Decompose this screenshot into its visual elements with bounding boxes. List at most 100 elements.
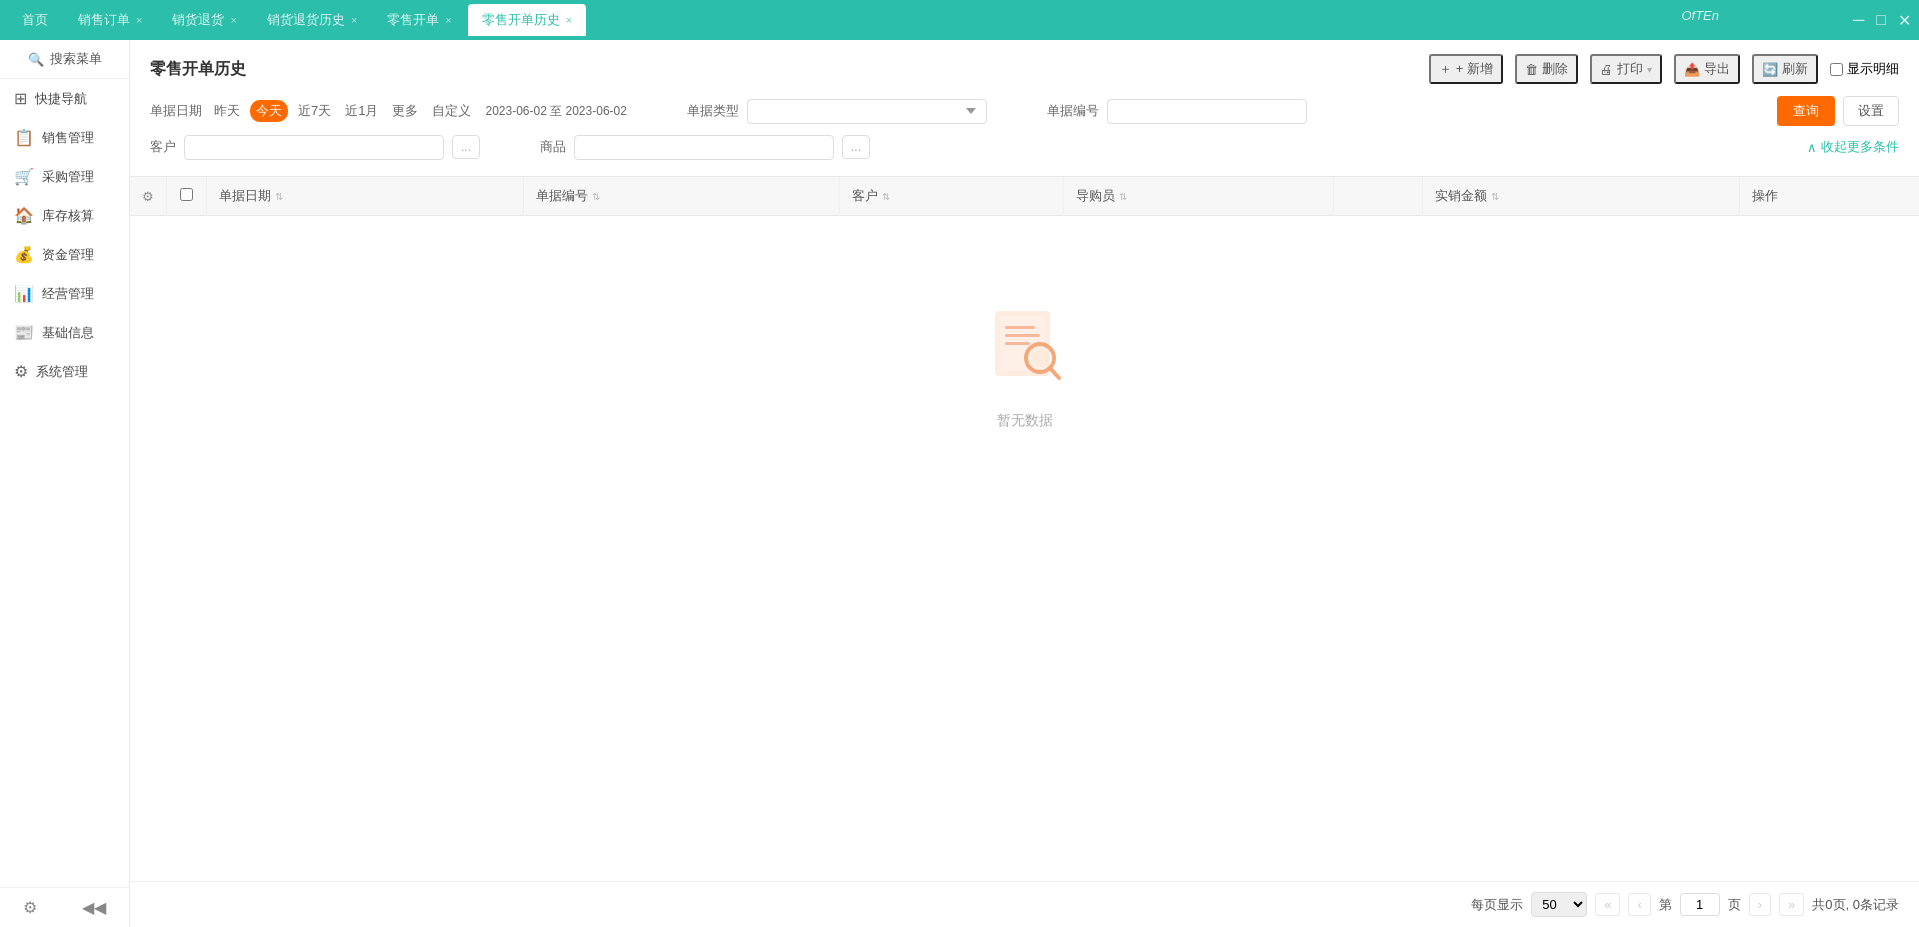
- display-detail-toggle[interactable]: 显示明细: [1830, 60, 1899, 78]
- collapse-area: ∧ 收起更多条件: [1807, 134, 1899, 160]
- th-customer-sortable[interactable]: 客户 ⇅: [852, 187, 1051, 205]
- first-page-btn[interactable]: «: [1595, 893, 1620, 916]
- svg-rect-3: [1005, 334, 1040, 337]
- tab-close-sales-return-history[interactable]: ×: [351, 15, 357, 26]
- add-label: + 新增: [1456, 60, 1493, 78]
- date-btn-today[interactable]: 今天: [250, 100, 288, 122]
- sidebar-item-purchase-mgmt[interactable]: 🛒采购管理: [0, 157, 129, 196]
- query-btn[interactable]: 查询: [1777, 96, 1835, 126]
- date-filter: 单据日期 昨天 今天 近7天 近1月 更多 自定义 2023-06-02 至 2…: [150, 100, 627, 122]
- date-btn-yesterday[interactable]: 昨天: [210, 100, 244, 122]
- sidebar-item-quick-nav[interactable]: ⊞快捷导航: [0, 79, 129, 118]
- customer-filter-input[interactable]: [184, 135, 444, 160]
- maximize-btn[interactable]: □: [1876, 11, 1886, 29]
- date-range-display: 2023-06-02 至 2023-06-02: [485, 103, 626, 120]
- tab-sales-return-history[interactable]: 销货退货历史 ×: [253, 4, 371, 36]
- sidebar-label-inventory: 库存核算: [42, 207, 94, 225]
- sidebar: 🔍 搜索菜单 ⊞快捷导航📋销售管理🛒采购管理🏠库存核算💰资金管理📊经营管理📰基础…: [0, 40, 130, 927]
- tab-label-home: 首页: [22, 11, 48, 29]
- prev-page-btn[interactable]: ‹: [1628, 893, 1650, 916]
- export-btn[interactable]: 📤 导出: [1674, 54, 1740, 84]
- th-date: 单据日期 ⇅: [207, 177, 524, 216]
- sidebar-item-finance[interactable]: 💰资金管理: [0, 235, 129, 274]
- th-guide-sortable[interactable]: 导购员 ⇅: [1076, 187, 1321, 205]
- current-page-input[interactable]: [1680, 893, 1720, 916]
- number-filter-input[interactable]: [1107, 99, 1307, 124]
- refresh-btn[interactable]: 🔄 刷新: [1752, 54, 1818, 84]
- tabs-container: 首页销售订单×销货退货×销货退货历史×零售开单×零售开单历史×: [8, 4, 586, 36]
- display-detail-label: 显示明细: [1847, 60, 1899, 78]
- product-filter: 商品 ...: [540, 135, 870, 160]
- filter-area: 单据日期 昨天 今天 近7天 近1月 更多 自定义 2023-06-02 至 2…: [150, 96, 1899, 176]
- th-amount-sortable[interactable]: 实销金额 ⇅: [1435, 187, 1727, 205]
- total-label: 共0页, 0条记录: [1812, 896, 1899, 914]
- sidebar-bottom: ⚙ ◀◀: [0, 887, 129, 927]
- sidebar-item-sales-mgmt[interactable]: 📋销售管理: [0, 118, 129, 157]
- sidebar-search[interactable]: 🔍 搜索菜单: [0, 40, 129, 79]
- sidebar-item-inventory[interactable]: 🏠库存核算: [0, 196, 129, 235]
- tab-close-retail-open-history[interactable]: ×: [566, 15, 572, 26]
- product-filter-ellipsis[interactable]: ...: [842, 135, 870, 159]
- th-number: 单据编号 ⇅: [523, 177, 840, 216]
- delete-icon: 🗑: [1525, 62, 1538, 77]
- sidebar-label-sales-mgmt: 销售管理: [42, 129, 94, 147]
- product-filter-input[interactable]: [574, 135, 834, 160]
- tab-retail-open[interactable]: 零售开单×: [373, 4, 465, 36]
- select-all-checkbox[interactable]: [180, 188, 193, 201]
- tab-sales-order[interactable]: 销售订单×: [64, 4, 156, 36]
- last-page-btn[interactable]: »: [1779, 893, 1804, 916]
- sort-guide-icon: ⇅: [1119, 191, 1127, 202]
- settings-btn[interactable]: 设置: [1843, 96, 1899, 126]
- filter-row-1: 单据日期 昨天 今天 近7天 近1月 更多 自定义 2023-06-02 至 2…: [150, 96, 1899, 126]
- customer-filter-ellipsis[interactable]: ...: [452, 135, 480, 159]
- type-filter-select[interactable]: [747, 99, 987, 124]
- date-btn-1month[interactable]: 近1月: [341, 100, 382, 122]
- tab-close-retail-open[interactable]: ×: [445, 15, 451, 26]
- page-size-select[interactable]: 10 20 50 100: [1531, 892, 1587, 917]
- tab-label-sales-return-history: 销货退货历史: [267, 11, 345, 29]
- tab-sales-return[interactable]: 销货退货 ×: [158, 4, 250, 36]
- tab-label-retail-open-history: 零售开单历史: [482, 11, 560, 29]
- delete-btn[interactable]: 🗑 删除: [1515, 54, 1578, 84]
- type-filter: 单据类型: [687, 99, 987, 124]
- collapse-btn[interactable]: ∧ 收起更多条件: [1807, 134, 1899, 160]
- print-btn[interactable]: 🖨 打印 ▾: [1590, 54, 1662, 84]
- action-buttons: 查询 设置: [1777, 96, 1899, 126]
- next-page-btn[interactable]: ›: [1749, 893, 1771, 916]
- sidebar-item-system[interactable]: ⚙系统管理: [0, 352, 129, 391]
- tab-home[interactable]: 首页: [8, 4, 62, 36]
- th-number-sortable[interactable]: 单据编号 ⇅: [536, 187, 828, 205]
- sidebar-item-operation[interactable]: 📊经营管理: [0, 274, 129, 313]
- th-guide-label: 导购员: [1076, 187, 1115, 205]
- tab-retail-open-history[interactable]: 零售开单历史 ×: [468, 4, 586, 36]
- page-label-post: 页: [1728, 896, 1741, 914]
- collapse-icon[interactable]: ◀◀: [82, 898, 106, 917]
- minimize-btn[interactable]: ─: [1853, 11, 1864, 29]
- th-checkbox: [167, 177, 207, 216]
- settings-icon[interactable]: ⚙: [23, 898, 37, 917]
- brand-text: OfTEn: [1681, 8, 1719, 23]
- sidebar-icon-basic-info: 📰: [14, 323, 34, 342]
- type-filter-label: 单据类型: [687, 102, 739, 120]
- close-btn[interactable]: ✕: [1898, 11, 1911, 30]
- export-label: 导出: [1704, 60, 1730, 78]
- svg-rect-2: [1005, 326, 1035, 329]
- th-date-sortable[interactable]: 单据日期 ⇅: [219, 187, 511, 205]
- display-detail-checkbox[interactable]: [1830, 63, 1843, 76]
- data-table: ⚙ 单据日期 ⇅ 单据编号: [130, 177, 1919, 510]
- sidebar-item-basic-info[interactable]: 📰基础信息: [0, 313, 129, 352]
- sort-number-icon: ⇅: [592, 191, 600, 202]
- date-btn-custom[interactable]: 自定义: [428, 100, 475, 122]
- add-btn[interactable]: ＋ + 新增: [1429, 54, 1503, 84]
- window-controls: ─ □ ✕: [1853, 11, 1911, 30]
- customer-filter-label: 客户: [150, 138, 176, 156]
- date-btn-more[interactable]: 更多: [388, 100, 422, 122]
- tab-label-sales-return: 销货退货: [172, 11, 224, 29]
- tab-close-sales-order[interactable]: ×: [136, 15, 142, 26]
- tab-close-sales-return[interactable]: ×: [230, 15, 236, 26]
- sidebar-label-purchase-mgmt: 采购管理: [42, 168, 94, 186]
- th-customer: 客户 ⇅: [840, 177, 1064, 216]
- gear-icon[interactable]: ⚙: [142, 189, 154, 204]
- date-btn-7days[interactable]: 近7天: [294, 100, 335, 122]
- sort-date-icon: ⇅: [275, 191, 283, 202]
